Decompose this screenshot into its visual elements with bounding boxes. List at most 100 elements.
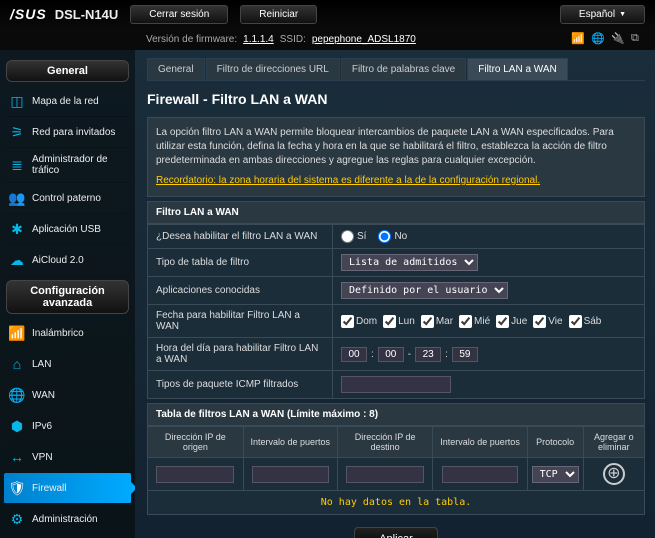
days-row: Dom Lun Mar Mié Jue Vie Sáb xyxy=(341,315,636,328)
protocol-select[interactable]: TCP xyxy=(532,466,579,483)
desc-text: La opción filtro LAN a WAN permite bloqu… xyxy=(156,127,614,166)
filter-table: Dirección IP de origenIntervalo de puert… xyxy=(147,426,645,491)
sidebar-item-administración[interactable]: ⚙Administración xyxy=(4,504,131,535)
sidebar-icon: ⚙ xyxy=(8,510,26,528)
sidebar-label: IPv6 xyxy=(32,421,52,432)
type-select[interactable]: Lista de admitidos xyxy=(341,254,478,271)
day-Sáb[interactable]: Sáb xyxy=(569,315,602,328)
sidebar-icon: ⚞ xyxy=(8,123,26,141)
sidebar-item-lan[interactable]: ⌂ LAN xyxy=(4,349,131,380)
tab-1[interactable]: Filtro de direcciones URL xyxy=(206,58,340,80)
sidebar-label: LAN xyxy=(32,359,51,370)
brand-model: DSL-N14U xyxy=(55,7,119,22)
brand: /SUS DSL-N14U xyxy=(10,6,118,22)
time-m2[interactable] xyxy=(452,347,478,362)
tab-3[interactable]: Filtro LAN a WAN xyxy=(467,58,568,80)
add-button[interactable]: ⊕ xyxy=(603,463,625,485)
sidebar-item-wan[interactable]: 🌐WAN xyxy=(4,380,131,411)
sidebar-item-administrador-de-tráfico[interactable]: ≣ Administrador de tráfico xyxy=(4,148,131,183)
tab-2[interactable]: Filtro de palabras clave xyxy=(341,58,466,80)
tabs: GeneralFiltro de direcciones URLFiltro d… xyxy=(147,58,645,81)
fw-value[interactable]: 1.1.1.4 xyxy=(243,34,274,45)
wifi-icon[interactable] xyxy=(571,32,585,46)
infobar: Versión de firmware: 1.1.1.4 SSID: pepep… xyxy=(0,28,655,50)
sidebar-label: Inalámbrico xyxy=(32,328,84,339)
time-h2[interactable] xyxy=(415,347,441,362)
usb2-icon[interactable] xyxy=(631,32,645,46)
sidebar-icon: 👥 xyxy=(8,189,26,207)
sidebar-item-red-para-invitados[interactable]: ⚞ Red para invitados xyxy=(4,117,131,148)
col-header: Agregar o eliminar xyxy=(583,427,644,458)
sidebar-icon: ⌂ xyxy=(8,355,26,373)
day-Jue[interactable]: Jue xyxy=(496,315,527,328)
sidebar-icon: 📶 xyxy=(8,324,26,342)
sidebar-label: Administrador de tráfico xyxy=(32,154,127,176)
sidebar-label: Mapa de la red xyxy=(32,96,99,107)
col-header: Dirección IP de origen xyxy=(148,427,244,458)
topbar: /SUS DSL-N14U Cerrar sesión Reiniciar Es… xyxy=(0,0,655,28)
fw-label: Versión de firmware: xyxy=(146,34,237,45)
sidebar-header-general: General xyxy=(6,60,129,82)
sidebar-icon: 🌐 xyxy=(8,386,26,404)
time-row: : - : xyxy=(341,347,636,362)
internet-icon[interactable] xyxy=(591,32,605,46)
sidebar-item-firewall[interactable]: 🛡Firewall xyxy=(4,473,131,504)
sidebar-item-vpn[interactable]: ↔ VPN xyxy=(4,442,131,473)
time-m1[interactable] xyxy=(378,347,404,362)
radio-no[interactable]: No xyxy=(378,230,407,243)
apply-button[interactable]: Aplicar xyxy=(354,527,438,538)
day-Mié[interactable]: Mié xyxy=(459,315,490,328)
reminder-link[interactable]: Recordatorio: la zona horaria del sistem… xyxy=(156,174,636,188)
content: GeneralFiltro de direcciones URLFiltro d… xyxy=(135,50,655,538)
sidebar-icon: ☁ xyxy=(8,251,26,269)
col-header: Protocolo xyxy=(527,427,583,458)
sidebar-icon: ⬢ xyxy=(8,417,26,435)
section-table: Tabla de filtros LAN a WAN (Límite máxim… xyxy=(147,403,645,426)
date-label: Fecha para habilitar Filtro LAN a WAN xyxy=(148,305,333,338)
ssid-value[interactable]: pepephone_ADSL1870 xyxy=(312,34,416,45)
sidebar-label: Aplicación USB xyxy=(32,224,101,235)
sidebar-icon: ≣ xyxy=(8,156,26,174)
sidebar-label: Red para invitados xyxy=(32,127,115,138)
sidebar-item-mapa-de-la-red[interactable]: ◫ Mapa de la red xyxy=(4,86,131,117)
sidebar-item-ipv6[interactable]: ⬢ IPv6 xyxy=(4,411,131,442)
day-Lun[interactable]: Lun xyxy=(383,315,415,328)
col-header: Intervalo de puertos xyxy=(243,427,337,458)
dst-ip-input[interactable] xyxy=(346,466,424,483)
logout-button[interactable]: Cerrar sesión xyxy=(130,5,228,24)
sidebar-label: AiCloud 2.0 xyxy=(32,255,84,266)
sidebar-icon: ↔ xyxy=(8,448,26,466)
reboot-button[interactable]: Reiniciar xyxy=(240,5,317,24)
form-table: ¿Desea habilitar el filtro LAN a WAN Sí … xyxy=(147,224,645,399)
type-label: Tipo de tabla de filtro xyxy=(148,249,333,277)
usb-icon[interactable] xyxy=(611,32,625,46)
dst-port-input[interactable] xyxy=(442,466,519,483)
sidebar-item-inalámbrico[interactable]: 📶 Inalámbrico xyxy=(4,318,131,349)
col-header: Intervalo de puertos xyxy=(433,427,527,458)
time-label: Hora del día para habilitar Filtro LAN a… xyxy=(148,338,333,371)
nodata: No hay datos en la tabla. xyxy=(147,491,645,515)
time-h1[interactable] xyxy=(341,347,367,362)
sidebar: General ◫ Mapa de la red ⚞ Red para invitad… xyxy=(0,50,135,538)
tab-0[interactable]: General xyxy=(147,58,205,80)
sidebar-icon: ◫ xyxy=(8,92,26,110)
src-port-input[interactable] xyxy=(252,466,329,483)
src-ip-input[interactable] xyxy=(156,466,234,483)
status-icons xyxy=(571,32,645,46)
radio-yes[interactable]: Sí xyxy=(341,230,366,243)
enable-label: ¿Desea habilitar el filtro LAN a WAN xyxy=(148,225,333,249)
day-Dom[interactable]: Dom xyxy=(341,315,377,328)
sidebar-item-aicloud-2.0[interactable]: ☁ AiCloud 2.0 xyxy=(4,245,131,276)
sidebar-icon: ✱ xyxy=(8,220,26,238)
brand-logo: /SUS xyxy=(10,6,47,22)
icmp-input[interactable] xyxy=(341,376,451,393)
language-button[interactable]: Español xyxy=(560,5,645,24)
sidebar-item-control-paterno[interactable]: 👥Control paterno xyxy=(4,183,131,214)
sidebar-item-aplicación-usb[interactable]: ✱ Aplicación USB xyxy=(4,214,131,245)
day-Mar[interactable]: Mar xyxy=(421,315,453,328)
description: La opción filtro LAN a WAN permite bloqu… xyxy=(147,117,645,197)
section-filter: Filtro LAN a WAN xyxy=(147,201,645,224)
sidebar-label: VPN xyxy=(32,452,53,463)
apps-select[interactable]: Definido por el usuario xyxy=(341,282,508,299)
day-Vie[interactable]: Vie xyxy=(533,315,562,328)
